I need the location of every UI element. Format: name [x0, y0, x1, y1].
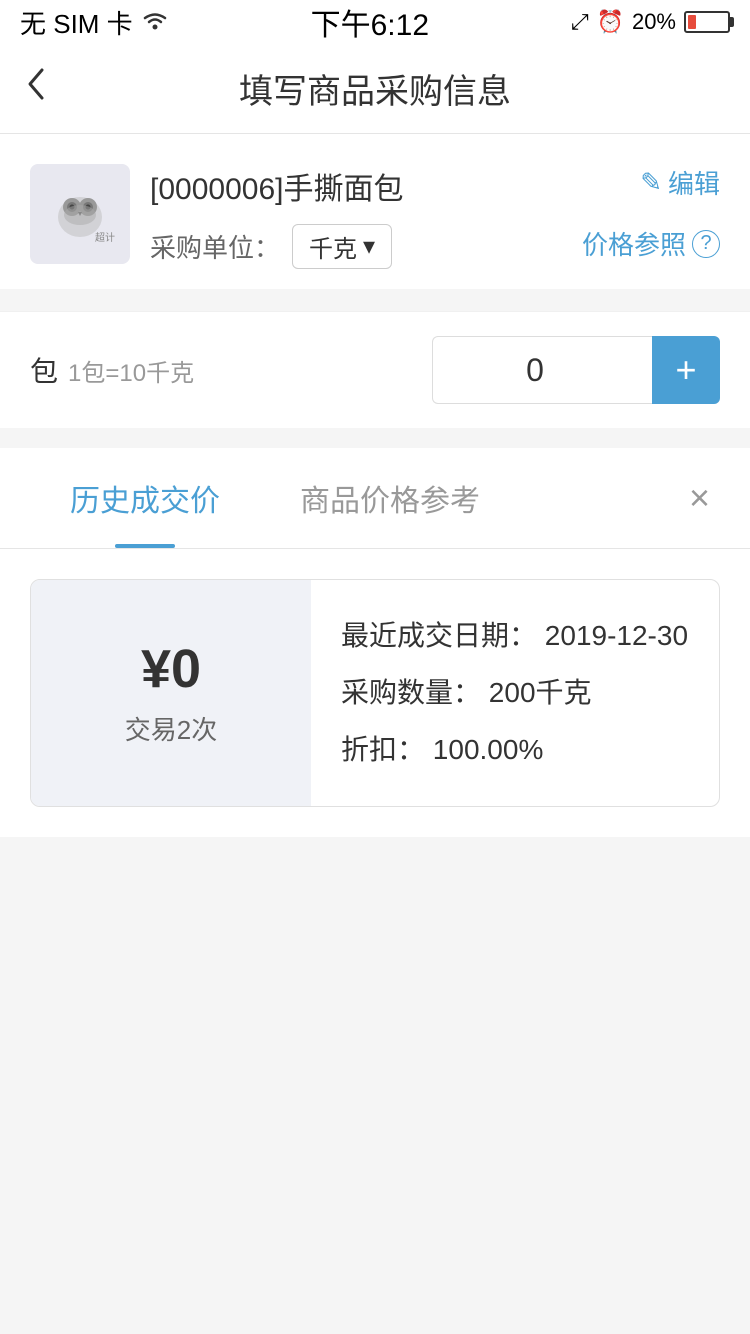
status-time: 下午6:12	[311, 0, 429, 44]
recent-date-value: 2019-12-30	[545, 620, 688, 651]
card-section: ¥0 交易2次 最近成交日期： 2019-12-30 采购数量： 200千克 折…	[0, 549, 750, 837]
product-info: [0000006]手撕面包 采购单位： 千克 ▾	[150, 164, 403, 269]
plus-icon: +	[675, 349, 696, 391]
edit-button[interactable]: ✎ 编辑	[640, 164, 720, 201]
back-button[interactable]	[24, 64, 48, 113]
tab-history-price[interactable]: 历史成交价	[30, 448, 260, 548]
unit-label: 采购单位：	[150, 228, 280, 265]
quantity-conversion: 1包=10千克	[68, 353, 194, 388]
unit-value: 千克	[309, 229, 357, 264]
price-ref-icon: ?	[692, 230, 720, 258]
edit-icon: ✎	[640, 167, 662, 198]
discount-value: 100.00%	[433, 734, 544, 765]
wifi-icon	[141, 7, 169, 38]
status-bar: 无 SIM 卡 下午6:12 ⤢ ⏰ 20%	[0, 0, 750, 44]
product-thumbnail: 超计	[30, 164, 130, 264]
dropdown-arrow-icon: ▾	[363, 232, 375, 261]
product-header: 超计 [0000006]手撕面包 采购单位： 千克 ▾ ✎ 编辑	[30, 164, 720, 269]
product-left: 超计 [0000006]手撕面包 采购单位： 千克 ▾	[30, 164, 403, 269]
section-divider-1	[0, 289, 750, 309]
price-card-right: 最近成交日期： 2019-12-30 采购数量： 200千克 折扣： 100.0…	[311, 580, 719, 806]
battery-icon	[684, 11, 730, 33]
discount-row: 折扣： 100.00%	[341, 730, 689, 769]
nav-bar: 填写商品采购信息	[0, 44, 750, 134]
price-ref-label: 价格参照	[582, 225, 686, 262]
status-right: ⤢ ⏰ 20%	[571, 9, 730, 35]
price-ref-button[interactable]: 价格参照 ?	[582, 225, 720, 262]
quantity-section: 包 1包=10千克 +	[0, 311, 750, 428]
price-amount: 0	[171, 639, 201, 699]
page-title: 填写商品采购信息	[239, 64, 511, 113]
quantity-row: 采购数量： 200千克	[341, 673, 689, 712]
close-icon: ×	[689, 477, 710, 518]
location-icon: ⤢	[571, 9, 589, 35]
recent-date-row: 最近成交日期： 2019-12-30	[341, 616, 689, 655]
quantity-detail-value: 200千克	[489, 677, 592, 708]
quantity-input-group: +	[432, 336, 720, 404]
quantity-unit-label: 包	[30, 350, 58, 390]
tab-price-reference-label: 商品价格参考	[300, 485, 480, 518]
price-card-left: ¥0 交易2次	[31, 580, 311, 806]
svg-text:超计: 超计	[95, 231, 115, 244]
quantity-plus-button[interactable]: +	[652, 336, 720, 404]
tabs-header: 历史成交价 商品价格参考 ×	[0, 448, 750, 549]
alarm-icon: ⏰	[597, 9, 624, 35]
tabs-section: 历史成交价 商品价格参考 × ¥0 交易2次 最近成交日期： 2019-12-3…	[0, 448, 750, 837]
price-card: ¥0 交易2次 最近成交日期： 2019-12-30 采购数量： 200千克 折…	[30, 579, 720, 807]
quantity-detail-label: 采购数量：	[341, 677, 481, 708]
tab-price-reference[interactable]: 商品价格参考	[260, 448, 520, 548]
battery-percent: 20%	[632, 9, 676, 35]
product-unit-row: 采购单位： 千克 ▾	[150, 224, 403, 269]
trade-count: 交易2次	[125, 710, 217, 747]
product-section: 超计 [0000006]手撕面包 采购单位： 千克 ▾ ✎ 编辑	[0, 134, 750, 289]
price-display: ¥0	[141, 638, 201, 700]
discount-label: 折扣：	[341, 734, 425, 765]
tab-close-button[interactable]: ×	[679, 457, 720, 539]
tab-history-price-label: 历史成交价	[70, 485, 220, 518]
edit-label: 编辑	[668, 164, 720, 201]
currency-symbol: ¥	[141, 639, 171, 699]
product-name: [0000006]手撕面包	[150, 164, 403, 208]
unit-dropdown[interactable]: 千克 ▾	[292, 224, 392, 269]
carrier-text: 无 SIM 卡	[20, 4, 133, 41]
recent-date-label: 最近成交日期：	[341, 620, 537, 651]
quantity-input[interactable]	[432, 336, 652, 404]
quantity-label-group: 包 1包=10千克	[30, 350, 194, 390]
status-left: 无 SIM 卡	[20, 4, 169, 41]
